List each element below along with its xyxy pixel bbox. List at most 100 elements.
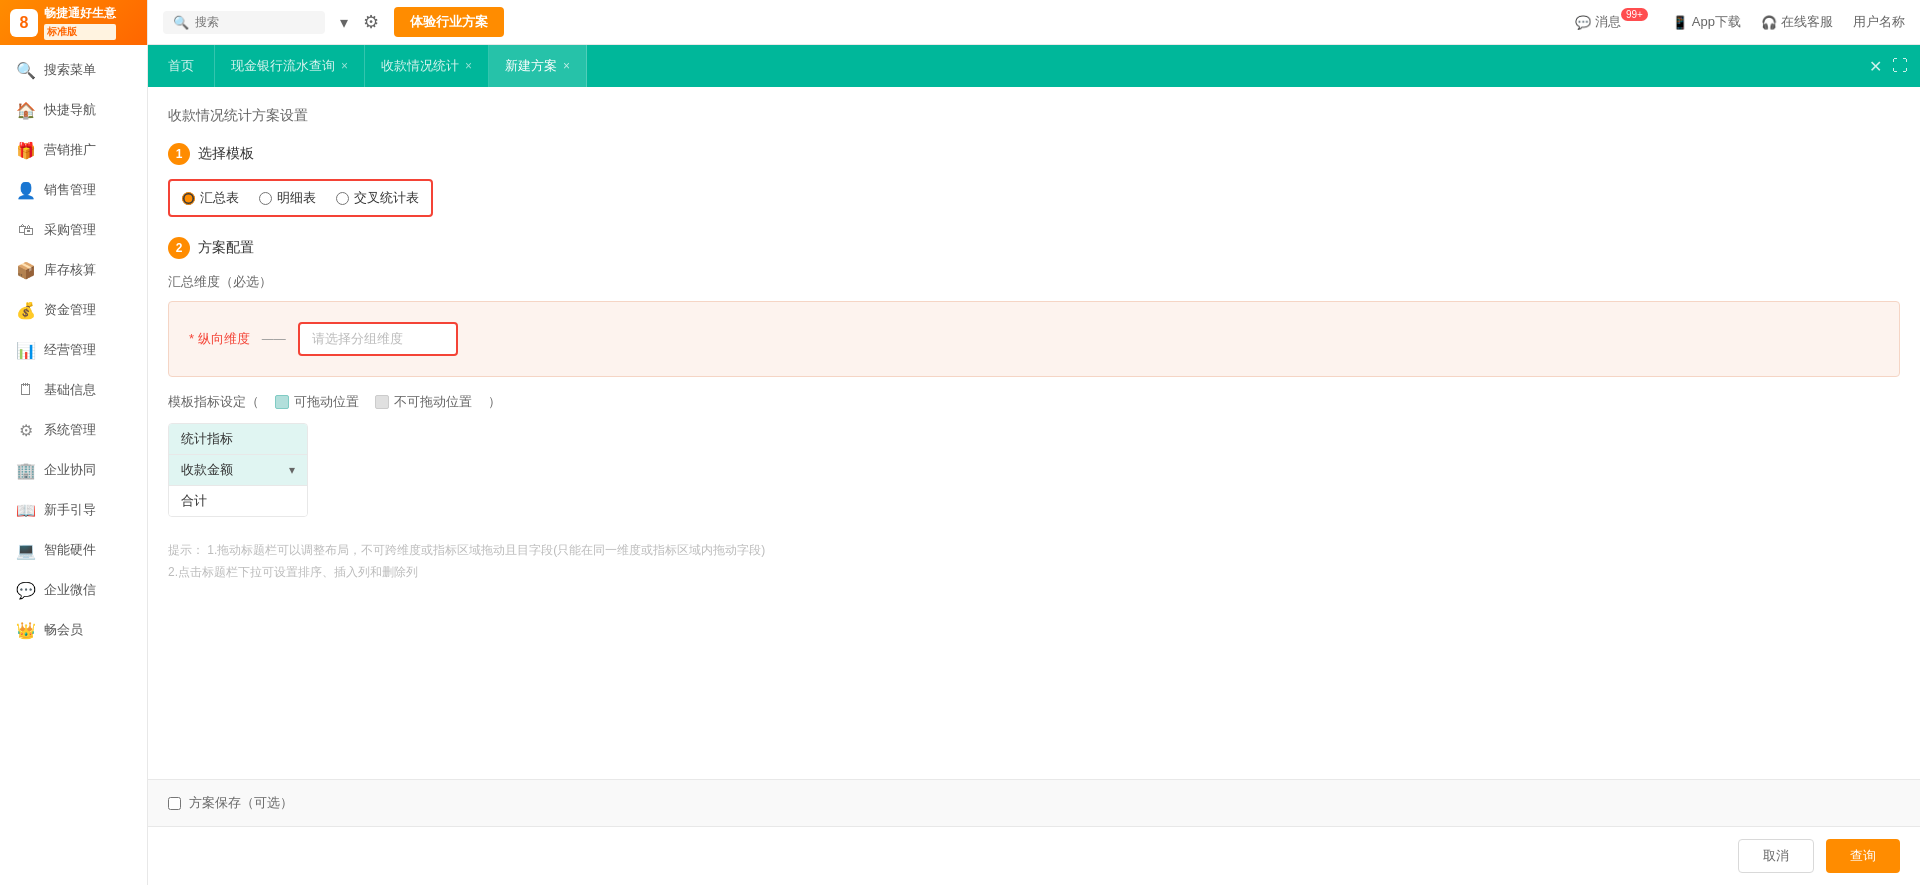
- top-header: 🔍 ▾ ⚙ 体验行业方案 💬 消息 99+ 📱 App下载 🎧 在线客服 用户名…: [148, 0, 1920, 45]
- template-options: 汇总表 明细表 交叉统计表: [168, 179, 433, 217]
- section2-header: 2 方案配置: [168, 237, 1900, 259]
- metrics-group-label: 统计指标: [181, 430, 233, 448]
- tab-new-plan-close-icon[interactable]: ×: [563, 59, 570, 73]
- operations-icon: 📊: [16, 340, 36, 360]
- non-draggable-legend: 不可拖动位置: [375, 393, 472, 411]
- sales-label: 销售管理: [44, 181, 96, 199]
- enterprise-label: 企业协同: [44, 461, 96, 479]
- sales-icon: 👤: [16, 180, 36, 200]
- header-right: 💬 消息 99+ 📱 App下载 🎧 在线客服 用户名称: [1575, 13, 1905, 31]
- draggable-legend: 可拖动位置: [275, 393, 359, 411]
- message-badge: 99+: [1621, 8, 1648, 21]
- dimension-selector[interactable]: 请选择分组维度: [298, 322, 458, 356]
- basic-info-label: 基础信息: [44, 381, 96, 399]
- dimension-section-label: 汇总维度（必选）: [168, 273, 1900, 291]
- service-button[interactable]: 🎧 在线客服: [1761, 13, 1833, 31]
- sidebar-item-purchase[interactable]: 🛍 采购管理: [0, 210, 147, 250]
- metrics-header: 模板指标设定（ 可拖动位置 不可拖动位置 ）: [168, 393, 1900, 411]
- tab-receipt-stat-close-icon[interactable]: ×: [465, 59, 472, 73]
- sidebar-item-member[interactable]: 👑 畅会员: [0, 610, 147, 650]
- sidebar-item-inventory[interactable]: 📦 库存核算: [0, 250, 147, 290]
- stats-item-label: 收款金额: [181, 461, 233, 479]
- sidebar-item-system[interactable]: ⚙ 系统管理: [0, 410, 147, 450]
- section2-number: 2: [168, 237, 190, 259]
- tip-line-2: 2.点击标题栏下拉可设置排序、插入列和删除列: [168, 562, 1900, 584]
- section1-number: 1: [168, 143, 190, 165]
- radio-summary[interactable]: 汇总表: [182, 189, 239, 207]
- sidebar-item-search-menu[interactable]: 🔍 搜索菜单: [0, 50, 147, 90]
- sidebar-item-quick-nav[interactable]: 🏠 快捷导航: [0, 90, 147, 130]
- query-button[interactable]: 查询: [1826, 839, 1900, 873]
- section1-title: 选择模板: [198, 145, 254, 163]
- logo-text: 畅捷通好生意: [44, 5, 116, 22]
- section2-title: 方案配置: [198, 239, 254, 257]
- sidebar-item-hardware[interactable]: 💻 智能硬件: [0, 530, 147, 570]
- message-button[interactable]: 💬 消息 99+: [1575, 13, 1652, 31]
- sidebar-item-sales[interactable]: 👤 销售管理: [0, 170, 147, 210]
- content-inner: 收款情况统计方案设置 1 选择模板 汇总表 明细表: [148, 87, 1920, 779]
- settings-gear-icon[interactable]: ⚙: [363, 11, 379, 33]
- non-draggable-label: 不可拖动位置: [394, 393, 472, 411]
- member-label: 畅会员: [44, 621, 83, 639]
- sidebar-item-basic-info[interactable]: 🗒 基础信息: [0, 370, 147, 410]
- sidebar-item-operations[interactable]: 📊 经营管理: [0, 330, 147, 370]
- wechat-label: 企业微信: [44, 581, 96, 599]
- tab-bank-flow-close-icon[interactable]: ×: [341, 59, 348, 73]
- operations-label: 经营管理: [44, 341, 96, 359]
- sidebar-nav: 🔍 搜索菜单 🏠 快捷导航 🎁 营销推广 👤 销售管理 🛍 采购管理 📦 库存核…: [0, 45, 147, 885]
- header-search-box[interactable]: 🔍: [163, 11, 325, 34]
- sidebar: 8 畅捷通好生意 标准版 🔍 搜索菜单 🏠 快捷导航 🎁 营销推广 👤 销售管理…: [0, 0, 148, 885]
- quick-nav-label: 快捷导航: [44, 101, 96, 119]
- content-area: 收款情况统计方案设置 1 选择模板 汇总表 明细表: [148, 87, 1920, 826]
- purchase-label: 采购管理: [44, 221, 96, 239]
- wechat-icon: 💬: [16, 580, 36, 600]
- tab-close-icon[interactable]: ✕: [1869, 57, 1882, 76]
- dimension-row: * 纵向维度 —— 请选择分组维度: [189, 322, 1879, 356]
- hardware-label: 智能硬件: [44, 541, 96, 559]
- app-download-button[interactable]: 📱 App下载: [1672, 13, 1741, 31]
- search-input[interactable]: [195, 15, 315, 29]
- logo-icon: 8: [10, 9, 38, 37]
- sidebar-item-enterprise[interactable]: 🏢 企业协同: [0, 450, 147, 490]
- cancel-button[interactable]: 取消: [1738, 839, 1814, 873]
- stats-dropdown-icon[interactable]: ▾: [289, 463, 295, 477]
- marketing-label: 营销推广: [44, 141, 96, 159]
- metrics-table: 统计指标 收款金额 ▾ 合计: [168, 423, 308, 517]
- metrics-table-header: 统计指标: [169, 424, 307, 455]
- tip-line-1: 提示： 1.拖动标题栏可以调整布局，不可跨维度或指标区域拖动且目字段(只能在同一…: [168, 540, 1900, 562]
- sidebar-item-marketing[interactable]: 🎁 营销推广: [0, 130, 147, 170]
- radio-detail[interactable]: 明细表: [259, 189, 316, 207]
- guide-label: 新手引导: [44, 501, 96, 519]
- draggable-label: 可拖动位置: [294, 393, 359, 411]
- sidebar-logo: 8 畅捷通好生意 标准版: [0, 0, 147, 45]
- non-draggable-dot: [375, 395, 389, 409]
- purchase-icon: 🛍: [16, 220, 36, 240]
- tab-expand-icon[interactable]: ⛶: [1892, 57, 1908, 75]
- section1-header: 1 选择模板: [168, 143, 1900, 165]
- dropdown-icon[interactable]: ▾: [340, 13, 348, 32]
- search-menu-label: 搜索菜单: [44, 61, 96, 79]
- service-icon: 🎧: [1761, 15, 1777, 30]
- tab-home[interactable]: 首页: [148, 45, 215, 87]
- save-section: 方案保存（可选）: [148, 779, 1920, 826]
- section-template: 1 选择模板 汇总表 明细表 交叉统计表: [168, 143, 1900, 217]
- tab-receipt-stat[interactable]: 收款情况统计 ×: [365, 45, 489, 87]
- user-name[interactable]: 用户名称: [1853, 13, 1905, 31]
- trial-button[interactable]: 体验行业方案: [394, 7, 504, 37]
- section-config: 2 方案配置 汇总维度（必选） * 纵向维度 —— 请选择分组维度 模板指标设定…: [168, 237, 1900, 583]
- inventory-label: 库存核算: [44, 261, 96, 279]
- radio-cross[interactable]: 交叉统计表: [336, 189, 419, 207]
- sidebar-item-funds[interactable]: 💰 资金管理: [0, 290, 147, 330]
- save-checkbox[interactable]: [168, 797, 181, 810]
- sidebar-item-wechat[interactable]: 💬 企业微信: [0, 570, 147, 610]
- metrics-label: 模板指标设定（: [168, 393, 259, 411]
- bottom-action-bar: 取消 查询: [148, 826, 1920, 885]
- metrics-stats-row[interactable]: 收款金额 ▾: [169, 455, 307, 486]
- vertical-dimension-label: * 纵向维度: [189, 330, 250, 348]
- sidebar-item-guide[interactable]: 📖 新手引导: [0, 490, 147, 530]
- marketing-icon: 🎁: [16, 140, 36, 160]
- tab-bank-flow[interactable]: 现金银行流水查询 ×: [215, 45, 365, 87]
- version-badge: 标准版: [44, 24, 116, 40]
- tab-new-plan[interactable]: 新建方案 ×: [489, 45, 587, 87]
- tab-bar: 首页 现金银行流水查询 × 收款情况统计 × 新建方案 × ✕ ⛶: [148, 45, 1920, 87]
